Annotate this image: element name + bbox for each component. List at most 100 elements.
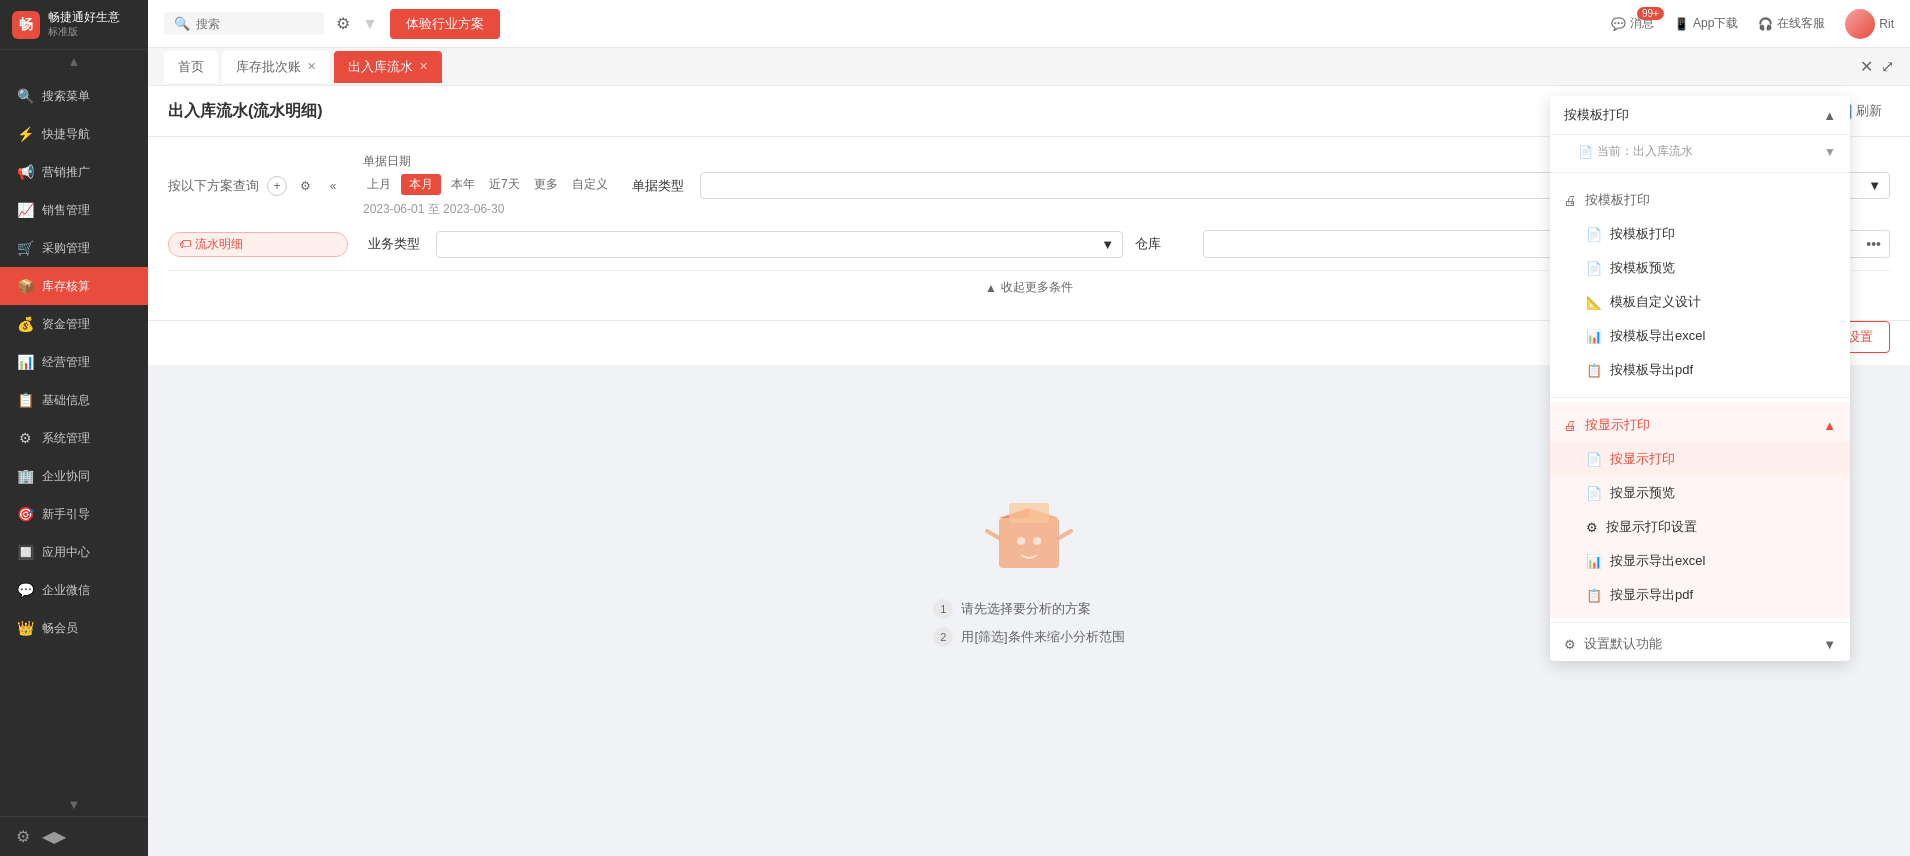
header-right: 💬 消息 99+ 📱 App下载 🎧 在线客服 Rit xyxy=(1611,9,1894,39)
message-btn[interactable]: 💬 消息 99+ xyxy=(1611,15,1654,32)
sidebar-item-enterprise[interactable]: 🏢 企业协同 xyxy=(0,457,148,495)
template-print-section: 🖨 按模板打印 📄 按模板打印 📄 按模板预览 📐 模板自定义设计 📊 按模板导… xyxy=(1550,177,1850,393)
sidebar-item-finance[interactable]: 💰 资金管理 xyxy=(0,305,148,343)
empty-steps: 1 请先选择要分析的方案 2 用[筛选]条件来缩小分析范围 xyxy=(933,599,1124,647)
sidebar-item-purchase[interactable]: 🛒 采购管理 xyxy=(0,229,148,267)
display-print-section-title[interactable]: 🖨 按显示打印 ▲ xyxy=(1550,408,1850,442)
print-doc-icon: 📄 xyxy=(1586,227,1602,242)
dropdown-item-display-excel[interactable]: 📊 按显示导出excel xyxy=(1550,544,1850,578)
sidebar-item-basics[interactable]: 📋 基础信息 xyxy=(0,381,148,419)
tab-flow-close[interactable]: ✕ xyxy=(419,60,428,73)
avatar-img xyxy=(1845,9,1875,39)
display-section-arrow: ▲ xyxy=(1823,418,1836,433)
empty-illustration-svg xyxy=(979,483,1079,583)
header-search-box[interactable]: 🔍 xyxy=(164,12,324,35)
dropdown-item-template-design[interactable]: 📐 模板自定义设计 xyxy=(1550,285,1850,319)
dropdown-arrow-biz: ▼ xyxy=(1101,237,1114,252)
sidebar-item-member[interactable]: 👑 畅会员 xyxy=(0,609,148,647)
flow-detail-filter-tag[interactable]: 🏷 流水明细 xyxy=(168,232,348,257)
dropdown-item-display-pdf[interactable]: 📋 按显示导出pdf xyxy=(1550,578,1850,612)
design-icon: 📐 xyxy=(1586,295,1602,310)
template-print-section-title[interactable]: 🖨 按模板打印 xyxy=(1550,183,1850,217)
settings-condition-btn[interactable]: ⚙ xyxy=(295,176,315,196)
app-logo-icon: 畅 xyxy=(12,11,40,39)
date-label: 单据日期 xyxy=(363,153,612,170)
svg-line-6 xyxy=(987,531,999,538)
date-btn-this-year[interactable]: 本年 xyxy=(447,174,479,195)
dropdown-item-template-preview[interactable]: 📄 按模板预览 xyxy=(1550,251,1850,285)
printer-icon: 🖨 xyxy=(1564,193,1577,208)
display-preview-icon: 📄 xyxy=(1586,486,1602,501)
date-btn-7days[interactable]: 近7天 xyxy=(485,174,524,195)
warehouse-label: 仓库 xyxy=(1135,235,1195,253)
sidebar-item-appcenter[interactable]: 🔲 应用中心 xyxy=(0,533,148,571)
tab-batch-close[interactable]: ✕ xyxy=(307,60,316,73)
type-field-label: 单据类型 xyxy=(632,177,692,195)
dropdown-item-template-excel[interactable]: 📊 按模板导出excel xyxy=(1550,319,1850,353)
headset-icon: 🎧 xyxy=(1758,17,1773,31)
system-icon: ⚙ xyxy=(16,429,34,447)
dropdown-arrow-header[interactable]: ▼ xyxy=(362,15,378,33)
sidebar-item-system[interactable]: ⚙ 系统管理 xyxy=(0,419,148,457)
gear-icon[interactable]: ⚙ xyxy=(336,14,350,33)
sidebar-item-search[interactable]: 🔍 搜索菜单 xyxy=(0,77,148,115)
date-btn-custom[interactable]: 自定义 xyxy=(568,174,612,195)
date-field: 单据日期 上月 本月 本年 近7天 更多 自定义 2023-06-01 至 20… xyxy=(363,153,612,218)
dropdown-close-btn[interactable]: ▲ xyxy=(1823,108,1836,123)
tab-batch[interactable]: 库存批次账 ✕ xyxy=(222,51,330,83)
message-icon: 💬 xyxy=(1611,17,1626,31)
sidebar-item-wechat[interactable]: 💬 企业微信 xyxy=(0,571,148,609)
dropdown-item-display-preview[interactable]: 📄 按显示预览 xyxy=(1550,476,1850,510)
sidebar-scroll-down[interactable]: ▼ xyxy=(0,793,148,816)
app-download-btn[interactable]: 📱 App下载 xyxy=(1674,15,1738,32)
tab-home[interactable]: 首页 xyxy=(164,51,218,83)
sidebar-nav: 🔍 搜索菜单 ⚡ 快捷导航 📢 营销推广 📈 销售管理 🛒 采购管理 📦 库存核… xyxy=(0,73,148,793)
marketing-icon: 📢 xyxy=(16,163,34,181)
svg-line-7 xyxy=(1059,531,1071,538)
date-btn-this-month[interactable]: 本月 xyxy=(401,174,441,195)
sidebar-item-marketing[interactable]: 📢 营销推广 xyxy=(0,153,148,191)
user-avatar[interactable]: Rit xyxy=(1845,9,1894,39)
collapse-sidebar-icon[interactable]: ◀▶ xyxy=(42,827,66,846)
dropdown-item-template-pdf[interactable]: 📋 按模板导出pdf xyxy=(1550,353,1850,387)
step-num-1: 1 xyxy=(933,599,953,619)
sidebar-item-quicknav[interactable]: ⚡ 快捷导航 xyxy=(0,115,148,153)
inventory-icon: 📦 xyxy=(16,277,34,295)
search-label-group: 按以下方案查询 + ⚙ « xyxy=(168,176,343,196)
default-fn-icon: ⚙ xyxy=(1564,637,1576,652)
maximize-window-btn[interactable]: ⤢ xyxy=(1881,57,1894,76)
search-input[interactable] xyxy=(196,17,314,31)
dropdown-panel: 按模板打印 ▲ 📄 当前：出入库流水 ▼ 🖨 按模板打印 📄 按模板打印 📄 按… xyxy=(1550,96,1850,661)
date-btn-last-month[interactable]: 上月 xyxy=(363,174,395,195)
dropdown-item-template-print[interactable]: 📄 按模板打印 xyxy=(1550,217,1850,251)
dropdown-item-display-print[interactable]: 📄 按显示打印 xyxy=(1550,442,1850,476)
dropdown-item-display-settings[interactable]: ⚙ 按显示打印设置 xyxy=(1550,510,1850,544)
biz-type-field-row: 业务类型 ▼ xyxy=(368,231,1123,258)
close-window-btn[interactable]: ✕ xyxy=(1860,57,1873,76)
industry-btn[interactable]: 体验行业方案 xyxy=(390,9,500,39)
set-default-fn-btn[interactable]: ⚙ 设置默认功能 ▼ xyxy=(1550,627,1850,661)
sidebar-item-inventory[interactable]: 📦 库存核算 xyxy=(0,267,148,305)
filter-icon: 🏷 xyxy=(179,237,191,251)
search-icon-header: 🔍 xyxy=(174,16,190,31)
tab-flow[interactable]: 出入库流水 ✕ xyxy=(334,51,442,83)
date-btn-more[interactable]: 更多 xyxy=(530,174,562,195)
biz-type-select[interactable]: ▼ xyxy=(436,231,1123,258)
add-condition-btn[interactable]: + xyxy=(267,176,287,196)
settings-bottom-icon[interactable]: ⚙ xyxy=(16,827,30,846)
default-fn-arrow: ▼ xyxy=(1823,637,1836,652)
company-name: 畅捷通好生意 xyxy=(48,10,120,26)
sidebar-item-newbie[interactable]: 🎯 新手引导 xyxy=(0,495,148,533)
svg-rect-3 xyxy=(1009,503,1049,523)
app-version: 标准版 xyxy=(48,25,120,39)
sales-icon: 📈 xyxy=(16,201,34,219)
sidebar-scroll-up[interactable]: ▲ xyxy=(0,50,148,73)
sidebar-item-operations[interactable]: 📊 经营管理 xyxy=(0,343,148,381)
dropdown-title: 按模板打印 xyxy=(1564,106,1629,124)
sidebar-item-sales[interactable]: 📈 销售管理 xyxy=(0,191,148,229)
display-printer-icon: 🖨 xyxy=(1564,418,1577,433)
collapse-condition-btn[interactable]: « xyxy=(323,176,343,196)
online-service-btn[interactable]: 🎧 在线客服 xyxy=(1758,15,1825,32)
excel-icon: 📊 xyxy=(1586,329,1602,344)
newbie-icon: 🎯 xyxy=(16,505,34,523)
